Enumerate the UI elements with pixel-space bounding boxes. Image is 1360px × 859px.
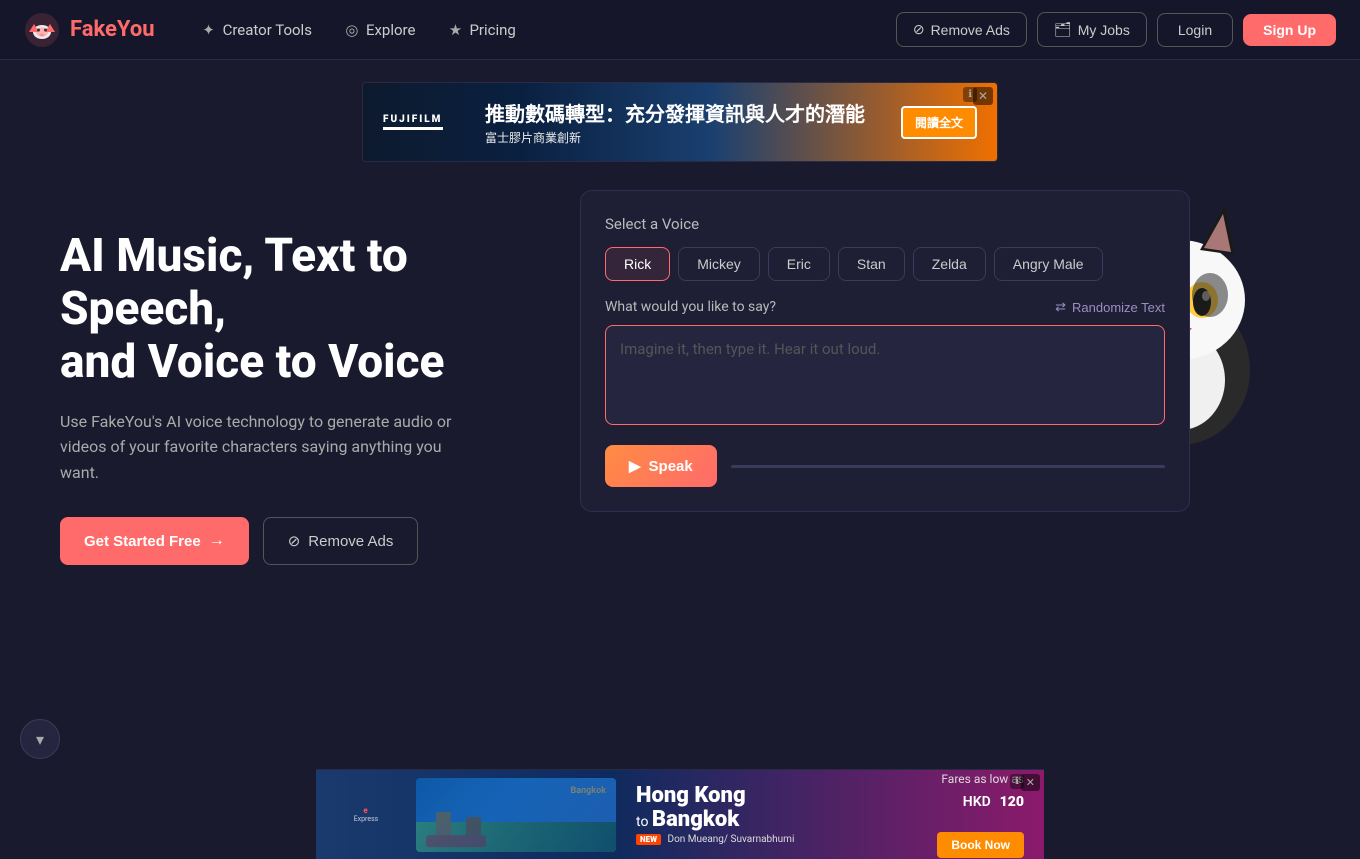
- pricing-icon: ★: [447, 22, 463, 38]
- book-now-button[interactable]: Book Now: [937, 832, 1024, 858]
- hero-title-line2: and Voice to Voice: [60, 335, 445, 389]
- currency-label: HKD: [963, 794, 991, 810]
- hero-left: AI Music, Text to Speech, and Voice to V…: [60, 200, 540, 565]
- hk-tag: NEW Don Mueang/ Suvarnabhumi: [636, 834, 917, 845]
- new-label: NEW: [636, 834, 661, 845]
- express-logo: e Express: [336, 806, 396, 823]
- logo[interactable]: FakeYou: [24, 12, 155, 48]
- arrow-right-icon: →: [209, 532, 225, 550]
- logo-text: FakeYou: [70, 17, 155, 42]
- hero-section: AI Music, Text to Speech, and Voice to V…: [0, 180, 1360, 565]
- voice-tab-mickey[interactable]: Mickey: [678, 247, 760, 281]
- voice-card: Select a Voice Rick Mickey Eric Stan Zel…: [580, 190, 1190, 512]
- nav-creator-tools[interactable]: ✦ Creator Tools: [187, 13, 326, 47]
- chevron-down-icon: ▾: [36, 730, 44, 749]
- price-value: 120: [1000, 794, 1024, 810]
- navbar: FakeYou ✦ Creator Tools ◎ Explore ★ Pric…: [0, 0, 1360, 60]
- pricing-label: Pricing: [469, 21, 515, 39]
- fuji-content: 推動數碼轉型：充分發揮資訊與人才的潛能 富士膠片商業創新: [485, 98, 889, 146]
- hero-buttons: Get Started Free → ⊘ Remove Ads: [60, 517, 540, 565]
- get-started-label: Get Started Free: [84, 533, 201, 550]
- fuji-logo: FUJIFILM: [383, 114, 473, 130]
- what-say-header: What would you like to say? ⇄ Randomize …: [605, 299, 1165, 315]
- explore-icon: ◎: [344, 22, 360, 38]
- hero-title: AI Music, Text to Speech, and Voice to V…: [60, 230, 540, 389]
- voice-text-input[interactable]: [605, 325, 1165, 425]
- top-ad-container: FUJIFILM 推動數碼轉型：充分發揮資訊與人才的潛能 富士膠片商業創新 閱讀…: [0, 60, 1360, 180]
- my-jobs-label: My Jobs: [1078, 22, 1130, 38]
- hero-subtitle: Use FakeYou's AI voice technology to gen…: [60, 409, 480, 486]
- hk-ad[interactable]: e Express Bangkok Hong Kong to Bangkok N…: [316, 770, 1044, 859]
- login-label: Login: [1178, 22, 1212, 38]
- fuji-ad[interactable]: FUJIFILM 推動數碼轉型：充分發揮資訊與人才的潛能 富士膠片商業創新 閱讀…: [363, 82, 997, 162]
- nav-right: ⊘ Remove Ads 🗂 My Jobs Login Sign Up: [896, 12, 1336, 47]
- fuji-sub-text: 富士膠片商業創新: [485, 129, 889, 146]
- top-ad-banner: FUJIFILM 推動數碼轉型：充分發揮資訊與人才的潛能 富士膠片商業創新 閱讀…: [362, 82, 998, 162]
- speak-button[interactable]: ▶ Speak: [605, 445, 717, 487]
- nav-links: ✦ Creator Tools ◎ Explore ★ Pricing: [187, 13, 530, 47]
- hk-price: HKD 120: [937, 786, 1024, 828]
- hero-remove-ads-button[interactable]: ⊘ Remove Ads: [263, 517, 419, 565]
- logo-text-you: You: [117, 17, 155, 42]
- shuffle-icon: ⇄: [1055, 299, 1066, 315]
- get-started-button[interactable]: Get Started Free →: [60, 517, 249, 565]
- fuji-main-text: 推動數碼轉型：充分發揮資訊與人才的潛能: [485, 98, 889, 127]
- voice-tab-zelda[interactable]: Zelda: [913, 247, 986, 281]
- voice-tab-eric[interactable]: Eric: [768, 247, 830, 281]
- nav-explore[interactable]: ◎ Explore: [330, 13, 430, 47]
- top-ad-info-button[interactable]: ℹ: [963, 87, 977, 102]
- randomize-text-button[interactable]: ⇄ Randomize Text: [1055, 299, 1165, 315]
- route-to: Bangkok: [652, 807, 739, 832]
- hero-remove-ads-label: Remove Ads: [308, 533, 393, 550]
- route-from: Hong Kong: [636, 783, 746, 808]
- signup-label: Sign Up: [1263, 22, 1316, 38]
- speak-row: ▶ Speak: [605, 445, 1165, 487]
- login-button[interactable]: Login: [1157, 13, 1233, 47]
- speak-label: Speak: [649, 458, 693, 475]
- play-icon: ▶: [629, 457, 641, 475]
- nav-left: FakeYou ✦ Creator Tools ◎ Explore ★ Pric…: [24, 12, 530, 48]
- route-operator: Don Mueang/ Suvarnabhumi: [668, 834, 795, 845]
- explore-label: Explore: [366, 21, 416, 39]
- randomize-label: Randomize Text: [1072, 300, 1165, 315]
- voice-tab-stan[interactable]: Stan: [838, 247, 905, 281]
- what-say-label: What would you like to say?: [605, 299, 776, 315]
- remove-ads-button[interactable]: ⊘ Remove Ads: [896, 12, 1027, 47]
- hero-right: Select a Voice Rick Mickey Eric Stan Zel…: [580, 200, 1300, 565]
- voice-card-title: Select a Voice: [605, 215, 1165, 233]
- voice-tab-angry-male[interactable]: Angry Male: [994, 247, 1103, 281]
- signup-button[interactable]: Sign Up: [1243, 14, 1336, 46]
- remove-ads-label: Remove Ads: [931, 22, 1010, 38]
- audio-progress-bar: [731, 465, 1165, 468]
- nav-pricing[interactable]: ★ Pricing: [433, 13, 529, 47]
- creator-tools-label: Creator Tools: [223, 21, 312, 39]
- no-ads-icon: ⊘: [913, 21, 925, 38]
- hero-title-line1: AI Music, Text to Speech,: [60, 229, 408, 336]
- hk-ad-image: Bangkok: [416, 778, 616, 852]
- book-cta-label: Book Now: [951, 838, 1010, 852]
- logo-icon: [24, 12, 60, 48]
- bottom-ad-info-button[interactable]: ℹ: [1010, 774, 1024, 789]
- fuji-cta-button[interactable]: 閱讀全文: [901, 106, 977, 139]
- voice-tab-rick[interactable]: Rick: [605, 247, 670, 281]
- fuji-cta-label: 閱讀全文: [915, 116, 963, 130]
- voice-tabs: Rick Mickey Eric Stan Zelda Angry Male: [605, 247, 1165, 281]
- creator-tools-icon: ✦: [201, 22, 217, 38]
- logo-text-fake: Fake: [70, 17, 117, 42]
- my-jobs-button[interactable]: 🗂 My Jobs: [1037, 12, 1147, 47]
- scroll-down-indicator[interactable]: ▾: [20, 719, 60, 759]
- hk-route: Hong Kong to Bangkok: [636, 784, 917, 832]
- briefcase-icon: 🗂: [1054, 21, 1072, 38]
- hero-no-ads-icon: ⊘: [288, 532, 301, 550]
- hk-ad-content: Hong Kong to Bangkok NEW Don Mueang/ Suv…: [636, 784, 917, 845]
- bottom-ad-banner: e Express Bangkok Hong Kong to Bangkok N…: [316, 769, 1044, 859]
